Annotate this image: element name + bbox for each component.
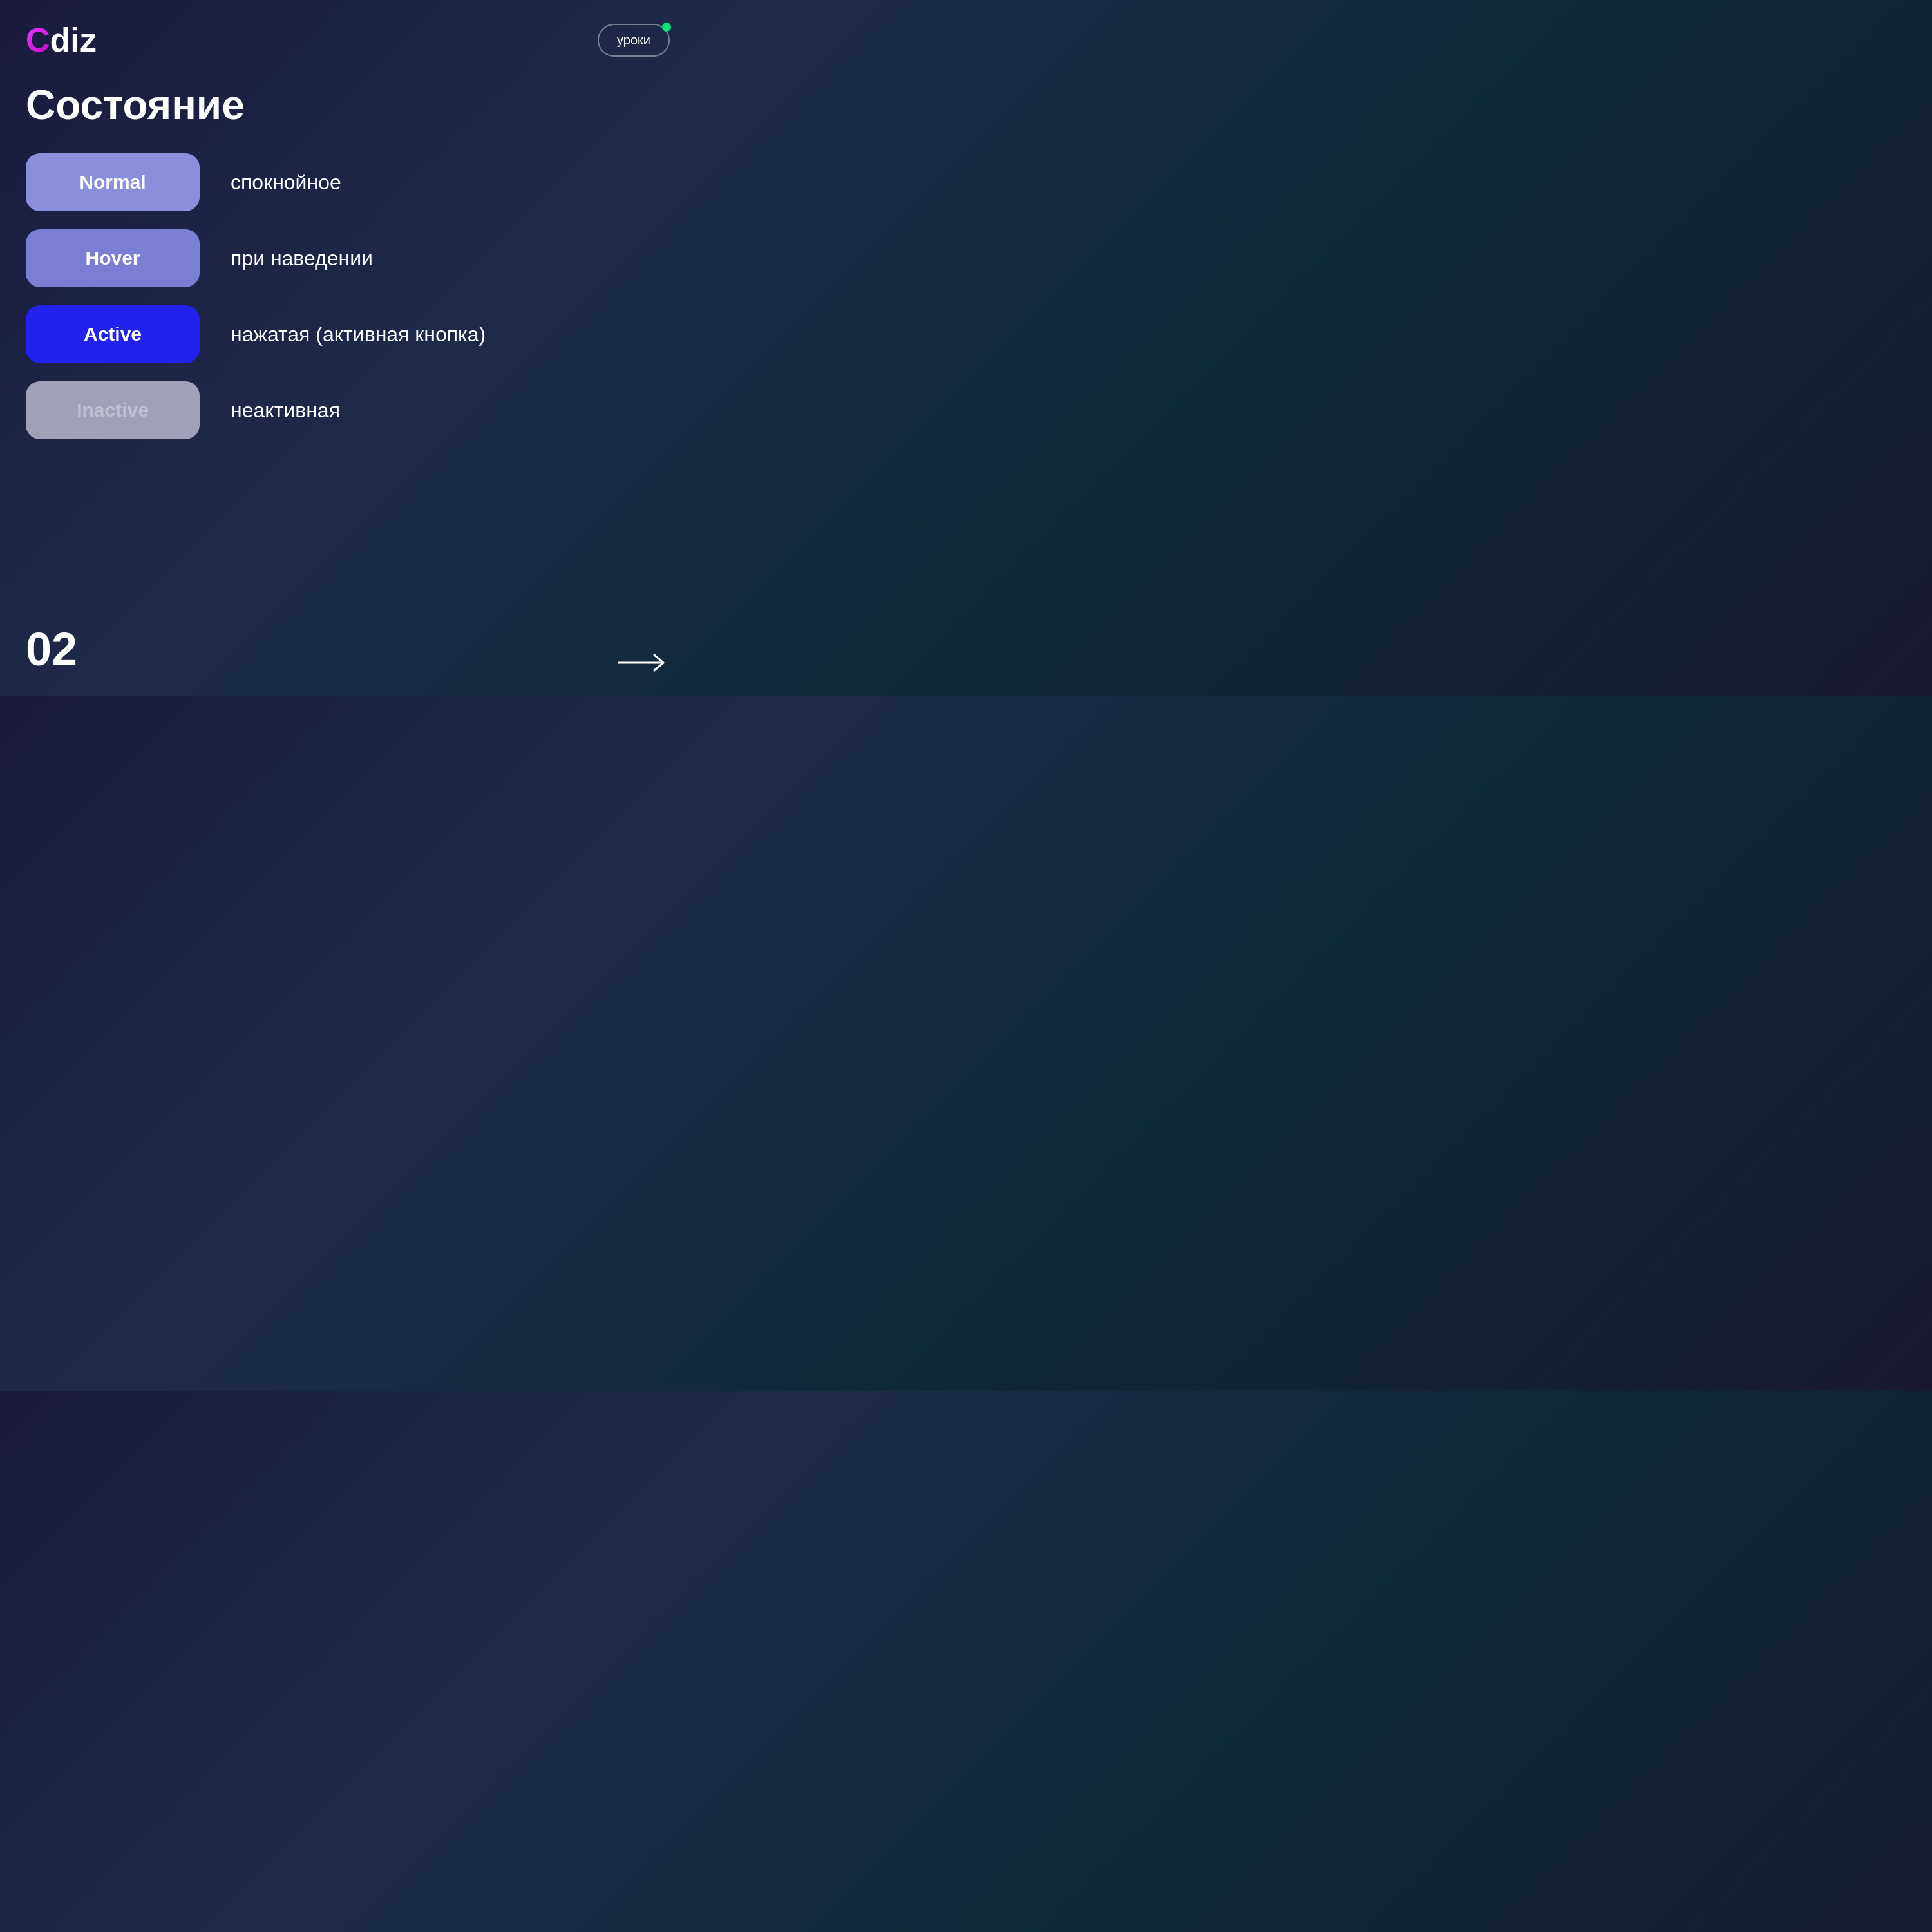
state-row-inactive: Inactive неактивная	[26, 381, 670, 439]
button-normal[interactable]: Normal	[26, 153, 200, 211]
page-number: 02	[26, 626, 77, 672]
description-normal: спокнойное	[231, 171, 341, 194]
logo: C diz	[26, 23, 97, 57]
next-arrow-icon[interactable]	[618, 653, 670, 672]
nav-dot-indicator	[662, 23, 671, 32]
button-active-label: Active	[84, 323, 142, 345]
button-inactive-label: Inactive	[77, 399, 149, 421]
logo-diz: diz	[50, 23, 97, 57]
state-row-normal: Normal спокнойное	[26, 153, 670, 211]
button-inactive[interactable]: Inactive	[26, 381, 200, 439]
description-inactive: неактивная	[231, 399, 340, 422]
description-hover: при наведении	[231, 247, 373, 270]
page-container: C diz уроки Состояние Normal спокнойное …	[0, 0, 696, 696]
state-row-hover: Hover при наведении	[26, 229, 670, 287]
button-active[interactable]: Active	[26, 305, 200, 363]
header: C diz уроки	[26, 23, 670, 57]
footer: 02	[26, 626, 670, 672]
nav-button[interactable]: уроки	[598, 24, 670, 57]
description-active: нажатая (активная кнопка)	[231, 323, 486, 346]
nav-label: уроки	[617, 33, 650, 48]
button-normal-label: Normal	[79, 171, 146, 193]
button-hover[interactable]: Hover	[26, 229, 200, 287]
state-row-active: Active нажатая (активная кнопка)	[26, 305, 670, 363]
states-list: Normal спокнойное Hover при наведении Ac…	[26, 153, 670, 611]
logo-c: C	[26, 23, 50, 57]
page-title: Состояние	[26, 82, 670, 128]
button-hover-label: Hover	[85, 247, 140, 269]
